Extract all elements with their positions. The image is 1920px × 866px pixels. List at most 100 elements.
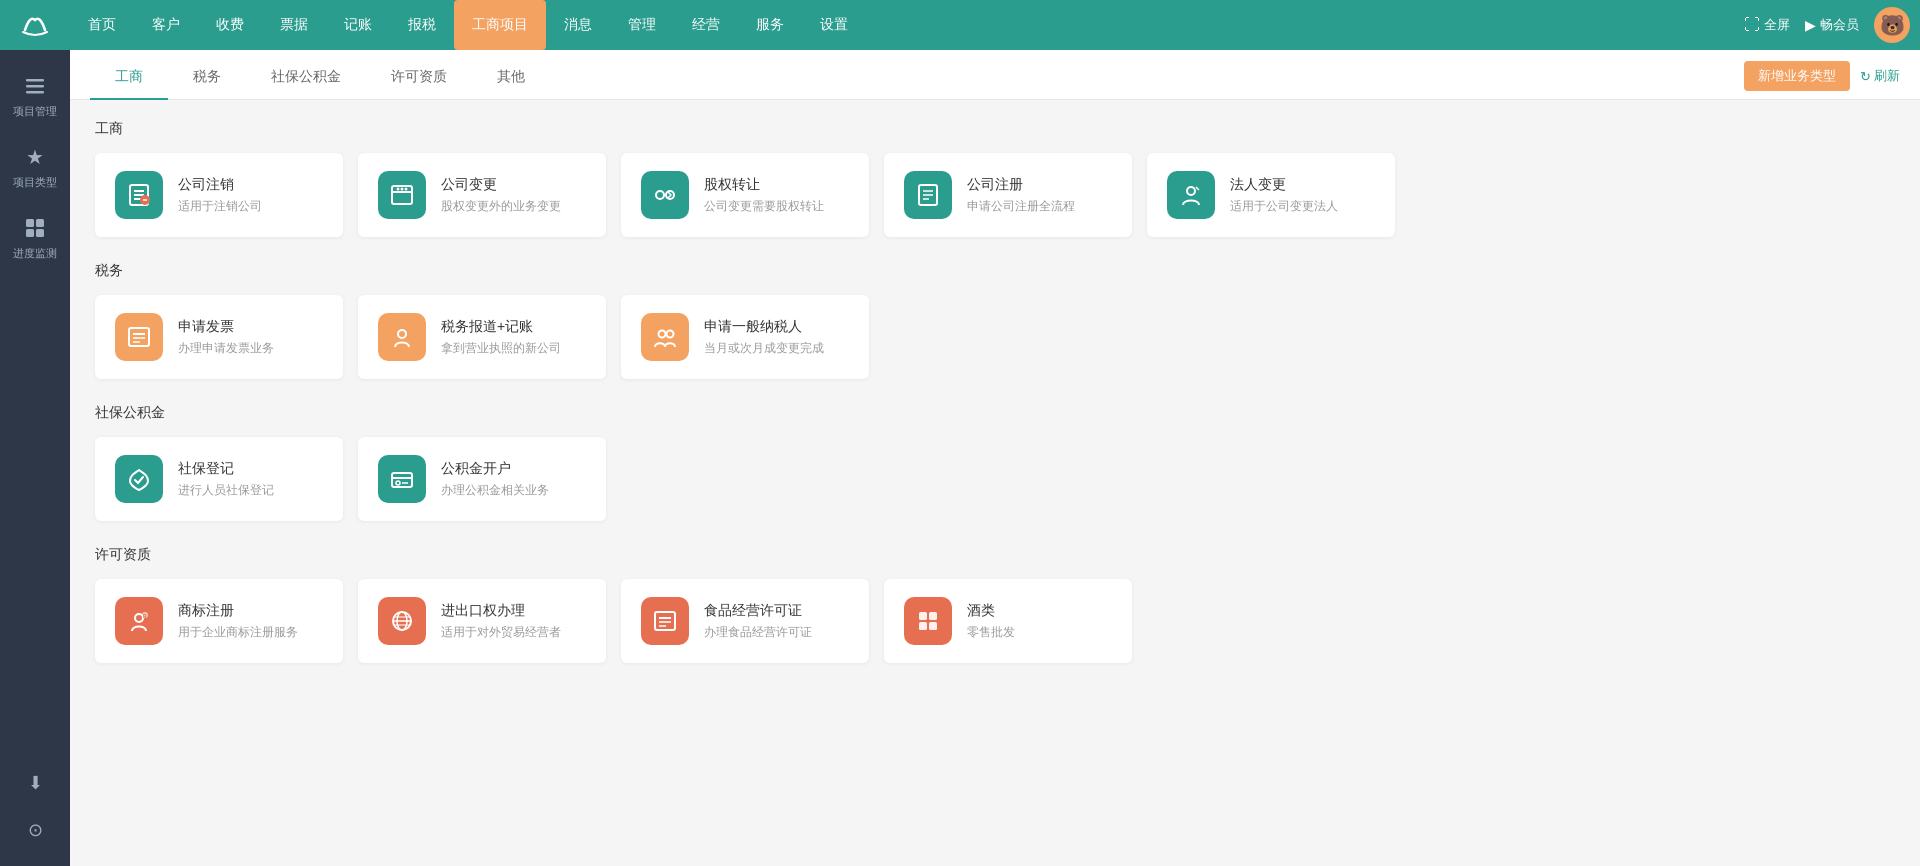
- tab-bar: 工商 税务 社保公积金 许可资质 其他 新增业务类型 ↻ 刷新: [70, 50, 1920, 100]
- sidebar-item-project-type[interactable]: ★ 项目类型: [0, 131, 70, 202]
- card-icon-legal-change: [1167, 171, 1215, 219]
- nav-invoice[interactable]: 票据: [262, 0, 326, 50]
- svg-rect-1: [26, 85, 44, 88]
- fullscreen-icon: ⛶: [1744, 16, 1760, 34]
- card-info-food-license: 食品经营许可证 办理食品经营许可证: [704, 602, 812, 641]
- sidebar-location[interactable]: ⊙: [0, 809, 70, 851]
- nav-home[interactable]: 首页: [70, 0, 134, 50]
- card-info-trademark: 商标注册 用于企业商标注册服务: [178, 602, 298, 641]
- card-info-alcohol: 酒类 零售批发: [967, 602, 1015, 641]
- card-import-export[interactable]: 进出口权办理 适用于对外贸易经营者: [358, 579, 606, 663]
- nav-fee[interactable]: 收费: [198, 0, 262, 50]
- fullscreen-button[interactable]: ⛶ 全屏: [1744, 16, 1790, 34]
- card-company-cancel[interactable]: 公司注销 适用于注销公司: [95, 153, 343, 237]
- card-legal-change[interactable]: 法人变更 适用于公司变更法人: [1147, 153, 1395, 237]
- card-icon-apply-general-taxpayer: [641, 313, 689, 361]
- nav-operation[interactable]: 经营: [674, 0, 738, 50]
- cards-license: R 商标注册 用于企业商标注册服务: [95, 579, 1895, 663]
- content-area: 工商 税务 社保公积金 许可资质 其他 新增业务类型 ↻ 刷新 工商: [70, 50, 1920, 866]
- svg-rect-5: [26, 229, 34, 237]
- svg-point-15: [397, 188, 400, 191]
- card-housing-fund[interactable]: 公积金开户 办理公积金相关业务: [358, 437, 606, 521]
- tab-tax[interactable]: 税务: [168, 56, 246, 100]
- card-social-register[interactable]: 社保登记 进行人员社保登记: [95, 437, 343, 521]
- main-layout: 项目管理 ★ 项目类型 进度监测 ⬇ ⊙ 工商: [0, 50, 1920, 866]
- nav-accounting[interactable]: 记账: [326, 0, 390, 50]
- nav-service[interactable]: 服务: [738, 0, 802, 50]
- card-title-legal-change: 法人变更: [1230, 176, 1338, 194]
- cards-social-insurance: 社保登记 进行人员社保登记: [95, 437, 1895, 521]
- card-title-social-register: 社保登记: [178, 460, 274, 478]
- card-title-apply-invoice: 申请发票: [178, 318, 274, 336]
- sidebar-item-progress[interactable]: 进度监测: [0, 202, 70, 273]
- section-title-industry: 工商: [95, 120, 1895, 138]
- section-title-tax: 税务: [95, 262, 1895, 280]
- svg-point-38: [135, 614, 143, 622]
- section-license: 许可资质 R 商标注册 用于企业: [95, 546, 1895, 663]
- card-icon-alcohol: [904, 597, 952, 645]
- nav-tax[interactable]: 报税: [390, 0, 454, 50]
- add-type-button[interactable]: 新增业务类型: [1744, 61, 1850, 91]
- card-food-license[interactable]: 食品经营许可证 办理食品经营许可证: [621, 579, 869, 663]
- tab-other[interactable]: 其他: [472, 56, 550, 100]
- cards-industry: 公司注销 适用于注销公司: [95, 153, 1895, 237]
- svg-rect-53: [929, 622, 937, 630]
- card-alcohol[interactable]: 酒类 零售批发: [884, 579, 1132, 663]
- svg-rect-4: [36, 219, 44, 227]
- nav-client[interactable]: 客户: [134, 0, 198, 50]
- card-desc-company-change: 股权变更外的业务变更: [441, 198, 561, 215]
- card-desc-food-license: 办理食品经营许可证: [704, 624, 812, 641]
- card-icon-company-change: [378, 171, 426, 219]
- card-title-apply-general-taxpayer: 申请一般纳税人: [704, 318, 824, 336]
- card-icon-apply-invoice: [115, 313, 163, 361]
- svg-point-32: [659, 331, 666, 338]
- section-social-insurance: 社保公积金 社保登记 进行人员社保登记: [95, 404, 1895, 521]
- sidebar-label-project-type: 项目类型: [13, 175, 57, 190]
- card-apply-general-taxpayer[interactable]: 申请一般纳税人 当月或次月成变更完成: [621, 295, 869, 379]
- card-title-tax-report: 税务报道+记账: [441, 318, 561, 336]
- card-tax-report[interactable]: 税务报道+记账 拿到营业执照的新公司: [358, 295, 606, 379]
- card-icon-company-register: [904, 171, 952, 219]
- svg-rect-46: [655, 612, 675, 630]
- svg-rect-2: [26, 91, 44, 94]
- section-industry: 工商: [95, 120, 1895, 237]
- tab-industry[interactable]: 工商: [90, 56, 168, 100]
- card-title-company-change: 公司变更: [441, 176, 561, 194]
- card-info-tax-report: 税务报道+记账 拿到营业执照的新公司: [441, 318, 561, 357]
- card-company-register[interactable]: 公司注册 申请公司注册全流程: [884, 153, 1132, 237]
- tab-social-insurance[interactable]: 社保公积金: [246, 56, 366, 100]
- scroll-content[interactable]: 工商: [70, 100, 1920, 866]
- nav-industry[interactable]: 工商项目: [454, 0, 546, 50]
- card-title-company-register: 公司注册: [967, 176, 1075, 194]
- card-info-apply-general-taxpayer: 申请一般纳税人 当月或次月成变更完成: [704, 318, 824, 357]
- refresh-button[interactable]: ↻ 刷新: [1860, 67, 1900, 85]
- sidebar-item-project-manage[interactable]: 项目管理: [0, 60, 70, 131]
- svg-rect-27: [129, 328, 149, 346]
- card-company-change[interactable]: 公司变更 股权变更外的业务变更: [358, 153, 606, 237]
- card-equity-transfer[interactable]: 股权转让 公司变更需要股权转让: [621, 153, 869, 237]
- card-desc-company-cancel: 适用于注销公司: [178, 198, 262, 215]
- card-trademark[interactable]: R 商标注册 用于企业商标注册服务: [95, 579, 343, 663]
- sidebar-download[interactable]: ⬇: [0, 762, 70, 804]
- nav-message[interactable]: 消息: [546, 0, 610, 50]
- logo: [10, 0, 60, 50]
- card-icon-social-register: [115, 455, 163, 503]
- card-info-apply-invoice: 申请发票 办理申请发票业务: [178, 318, 274, 357]
- svg-point-31: [398, 330, 406, 338]
- card-apply-invoice[interactable]: 申请发票 办理申请发票业务: [95, 295, 343, 379]
- svg-rect-3: [26, 219, 34, 227]
- card-info-company-cancel: 公司注销 适用于注销公司: [178, 176, 262, 215]
- svg-point-33: [667, 331, 674, 338]
- card-icon-company-cancel: [115, 171, 163, 219]
- user-avatar[interactable]: 🐻: [1874, 7, 1910, 43]
- tab-actions: 新增业务类型 ↻ 刷新: [1744, 61, 1900, 99]
- card-info-housing-fund: 公积金开户 办理公积金相关业务: [441, 460, 549, 499]
- member-button[interactable]: ▶ 畅会员: [1805, 16, 1859, 34]
- nav-manage[interactable]: 管理: [610, 0, 674, 50]
- nav-settings[interactable]: 设置: [802, 0, 866, 50]
- card-title-import-export: 进出口权办理: [441, 602, 561, 620]
- tab-license[interactable]: 许可资质: [366, 56, 472, 100]
- svg-rect-0: [26, 79, 44, 82]
- cards-tax: 申请发票 办理申请发票业务 税务报道+记账: [95, 295, 1895, 379]
- card-info-equity-transfer: 股权转让 公司变更需要股权转让: [704, 176, 824, 215]
